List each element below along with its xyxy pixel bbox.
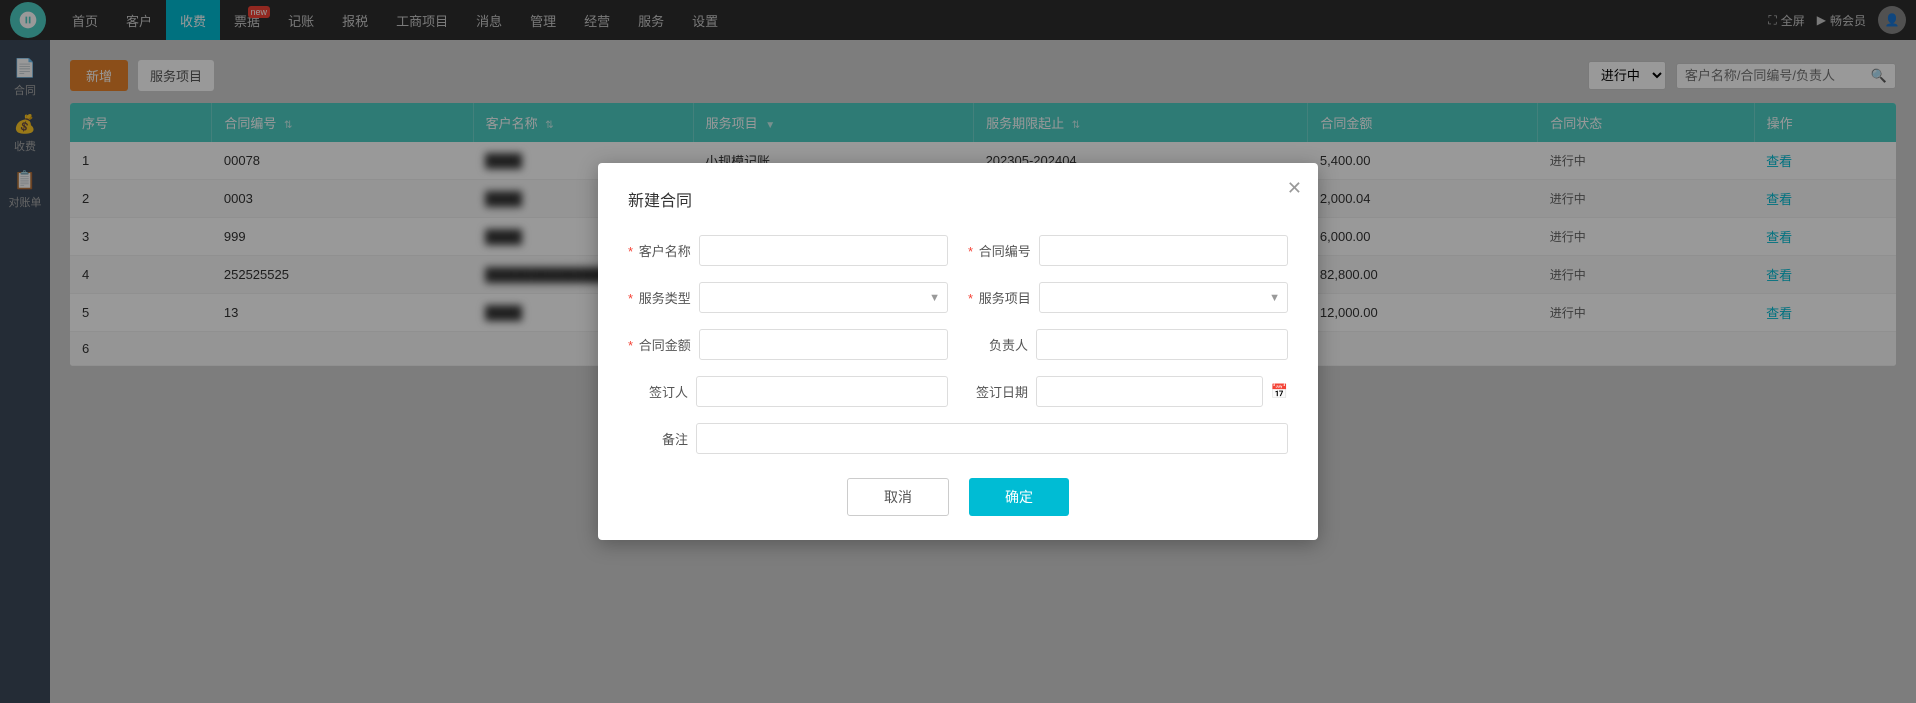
label-responsible: 负责人 — [968, 335, 1028, 354]
form-group-responsible: 负责人 — [968, 329, 1288, 360]
form-row-4: 签订人 签订日期 2023-06-06 📅 — [628, 376, 1288, 407]
label-service-type: * 服务类型 — [628, 288, 691, 307]
label-service-item: * 服务项目 — [968, 288, 1031, 307]
select-service-item[interactable] — [1039, 282, 1288, 313]
select-wrapper-type: ▼ — [699, 282, 948, 313]
form-group-signer: 签订人 — [628, 376, 948, 407]
required-star-3: * — [628, 291, 633, 306]
label-signer: 签订人 — [628, 382, 688, 401]
dialog-title: 新建合同 — [628, 187, 1288, 211]
label-amount: * 合同金额 — [628, 335, 691, 354]
input-remarks[interactable] — [696, 423, 1288, 454]
input-contract-no[interactable] — [1039, 235, 1288, 266]
form-group-customer-name: * 客户名称 — [628, 235, 948, 266]
label-sign-date: 签订日期 — [968, 382, 1028, 401]
input-signer[interactable] — [696, 376, 948, 407]
dialog-footer: 取消 确定 — [628, 478, 1288, 516]
form-group-service-type: * 服务类型 ▼ — [628, 282, 948, 313]
form-group-remarks: 备注 — [628, 423, 1288, 454]
input-customer-name[interactable] — [699, 235, 948, 266]
form-group-contract-no: * 合同编号 — [968, 235, 1288, 266]
select-wrapper-item: ▼ — [1039, 282, 1288, 313]
form-group-sign-date: 签订日期 2023-06-06 📅 — [968, 376, 1288, 407]
form-row-2: * 服务类型 ▼ * 服务项目 — [628, 282, 1288, 313]
required-star: * — [628, 244, 633, 259]
form-row-3: * 合同金额 0.00 负责人 — [628, 329, 1288, 360]
required-star-2: * — [968, 244, 973, 259]
close-icon[interactable]: ✕ — [1287, 179, 1302, 197]
input-sign-date[interactable]: 2023-06-06 — [1036, 376, 1263, 407]
form-group-amount: * 合同金额 0.00 — [628, 329, 948, 360]
input-amount[interactable]: 0.00 — [699, 329, 948, 360]
calendar-icon[interactable]: 📅 — [1271, 383, 1288, 400]
form-group-service-item: * 服务项目 ▼ — [968, 282, 1288, 313]
required-star-4: * — [968, 291, 973, 306]
cancel-button[interactable]: 取消 — [847, 478, 949, 516]
select-service-type[interactable] — [699, 282, 948, 313]
label-customer-name: * 客户名称 — [628, 241, 691, 260]
label-contract-no: * 合同编号 — [968, 241, 1031, 260]
form-row-1: * 客户名称 * 合同编号 — [628, 235, 1288, 266]
new-contract-dialog: ✕ 新建合同 * 客户名称 * 合同编号 — [598, 163, 1318, 540]
form-row-5: 备注 — [628, 423, 1288, 454]
label-remarks: 备注 — [628, 429, 688, 448]
dialog-overlay[interactable]: ✕ 新建合同 * 客户名称 * 合同编号 — [0, 0, 1916, 703]
required-star-5: * — [628, 338, 633, 353]
input-responsible[interactable] — [1036, 329, 1288, 360]
confirm-button[interactable]: 确定 — [969, 478, 1069, 516]
